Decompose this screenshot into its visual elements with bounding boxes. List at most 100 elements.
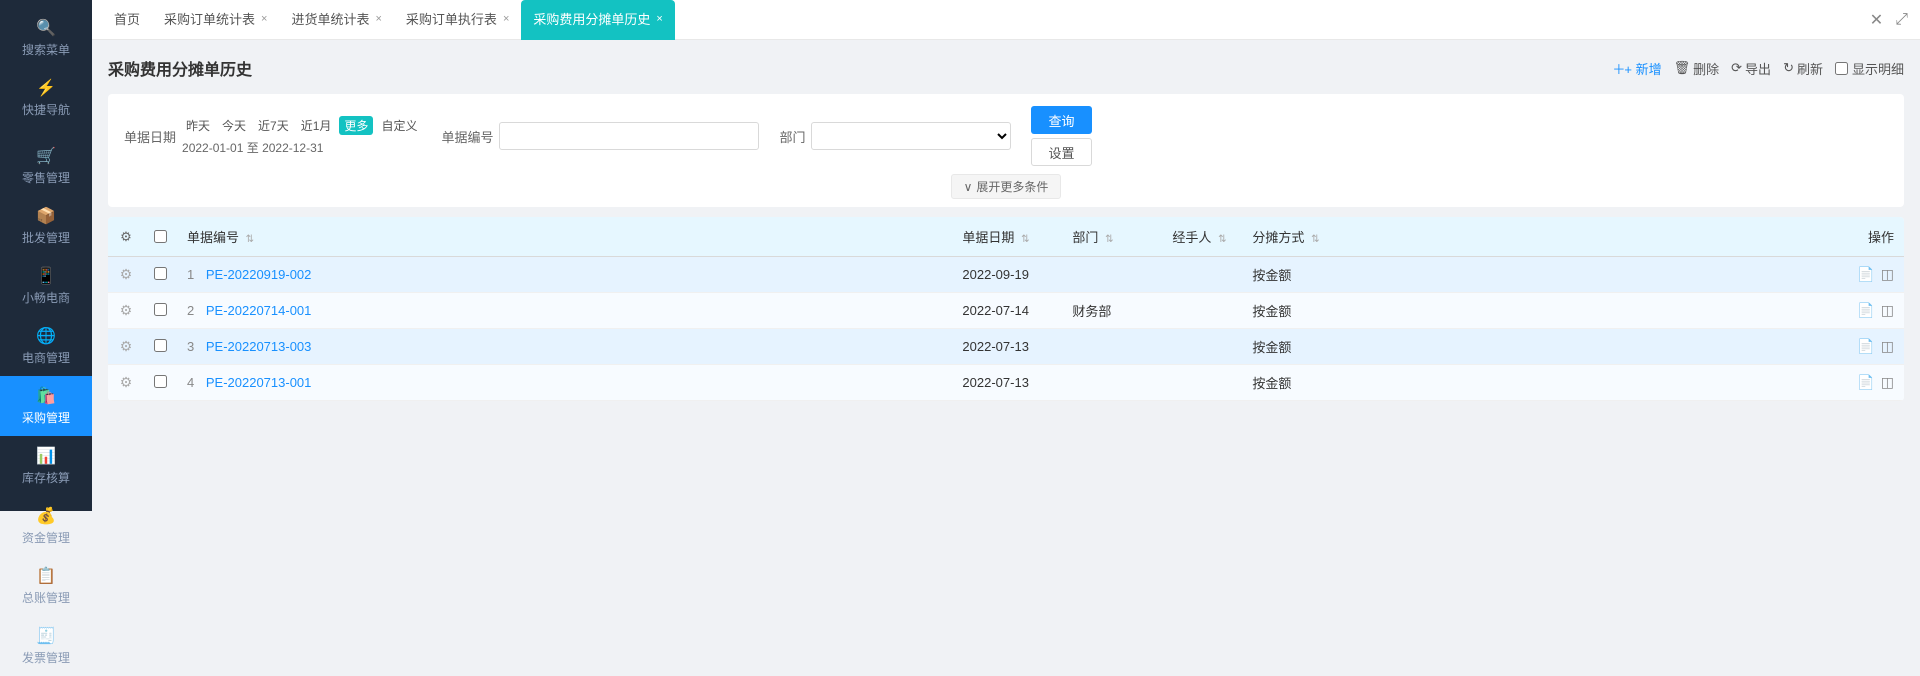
tab-purchase-goods-stats[interactable]: 进货单统计表 × xyxy=(279,0,393,40)
row-split-method: 按金额 xyxy=(1242,365,1824,401)
row-doc-no: 2 PE-20220714-001 xyxy=(177,293,952,329)
row-handler xyxy=(1162,257,1242,293)
query-button[interactable]: 查询 xyxy=(1031,106,1091,134)
close-tab-purchase-goods-stats[interactable]: × xyxy=(375,13,381,25)
shopping-icon: 🛍️ xyxy=(4,386,88,406)
delete-button[interactable]: 🗑 删除 xyxy=(1674,59,1720,78)
tab-purchase-order-stats[interactable]: 采购订单统计表 × xyxy=(152,0,279,40)
edit-icon-1[interactable]: 📄 xyxy=(1857,302,1874,319)
edit-icon-0[interactable]: 📄 xyxy=(1857,266,1874,283)
row-checkbox-cell xyxy=(144,257,177,293)
setting-button[interactable]: 设置 xyxy=(1031,138,1091,166)
column-settings-icon[interactable]: ⚙ xyxy=(118,229,134,245)
sidebar-item-search[interactable]: 🔍 搜索菜单 xyxy=(0,8,92,68)
row-checkbox-0[interactable] xyxy=(154,267,167,280)
row-date: 2022-07-14 xyxy=(952,293,1062,329)
edit-icon-2[interactable]: 📄 xyxy=(1857,338,1874,355)
row-split-method: 按金额 xyxy=(1242,257,1824,293)
select-all-checkbox[interactable] xyxy=(154,230,167,243)
th-split-method: 分摊方式 ⇅ xyxy=(1242,217,1824,257)
close-all-tabs-button[interactable]: ✕ xyxy=(1868,8,1885,32)
sidebar-item-mini[interactable]: 📱 小畅电商 xyxy=(0,256,92,316)
delete-icon-2[interactable]: ◫ xyxy=(1881,338,1894,355)
row-checkbox-1[interactable] xyxy=(154,303,167,316)
doc-no-link-1[interactable]: PE-20220714-001 xyxy=(206,303,312,318)
sidebar-item-ecommerce[interactable]: 🌐 电商管理 xyxy=(0,316,92,376)
sort-handler-icon[interactable]: ⇅ xyxy=(1218,234,1226,245)
row-settings-cell: ⚙ xyxy=(108,293,144,329)
tab-purchase-order-exec[interactable]: 采购订单执行表 × xyxy=(394,0,521,40)
delete-icon-3[interactable]: ◫ xyxy=(1881,374,1894,391)
doc-no-link-0[interactable]: PE-20220919-002 xyxy=(206,267,312,282)
table-body: ⚙ 1 PE-20220919-002 2022-09-19 按金额 📄 ◫ ⚙ xyxy=(108,257,1904,401)
sidebar-item-invoice[interactable]: 🧾 发票管理 xyxy=(0,616,92,676)
refresh-button[interactable]: ↻ 刷新 xyxy=(1783,59,1823,78)
tab-home[interactable]: 首页 xyxy=(102,0,152,40)
th-checkbox xyxy=(144,217,177,257)
delete-icon-0[interactable]: ◫ xyxy=(1881,266,1894,283)
last7days-btn[interactable]: 近7天 xyxy=(254,116,293,135)
sort-dept-icon[interactable]: ⇅ xyxy=(1105,234,1113,245)
row-doc-no: 1 PE-20220919-002 xyxy=(177,257,952,293)
close-tab-purchase-cost-history[interactable]: × xyxy=(656,13,662,25)
show-detail-checkbox[interactable] xyxy=(1835,62,1848,75)
select-all-checkbox-header[interactable] xyxy=(154,230,167,243)
sidebar-item-finance[interactable]: 💰 资金管理 xyxy=(0,496,92,556)
sidebar-item-account[interactable]: 📋 总账管理 xyxy=(0,556,92,616)
date-shortcuts-group: 昨天 今天 近7天 近1月 更多 自定义 2022-01-01 至 2022-1… xyxy=(182,116,421,156)
row-split-method: 按金额 xyxy=(1242,293,1824,329)
export-button[interactable]: ⟳ 导出 xyxy=(1731,59,1771,78)
ledger-icon: 📋 xyxy=(4,566,88,586)
row-split-method: 按金额 xyxy=(1242,329,1824,365)
doc-no-label: 单据编号 xyxy=(441,127,493,146)
show-detail-toggle[interactable]: 显示明细 xyxy=(1835,59,1904,78)
row-checkbox-cell xyxy=(144,293,177,329)
more-btn[interactable]: 更多 xyxy=(339,116,373,135)
sort-split-icon[interactable]: ⇅ xyxy=(1311,234,1319,245)
row-checkbox-2[interactable] xyxy=(154,339,167,352)
sidebar-item-purchase[interactable]: 🛍️ 采购管理 xyxy=(0,376,92,436)
dept-select[interactable]: 财务部 xyxy=(811,122,1011,150)
box-icon: 📦 xyxy=(4,206,88,226)
sidebar: 🔍 搜索菜单 ⚡ 快捷导航 🛒 零售管理 📦 批发管理 📱 小畅电商 🌐 电商管… xyxy=(0,0,92,511)
expand-more-btn[interactable]: ∨ 展开更多条件 xyxy=(951,174,1062,199)
row-checkbox-3[interactable] xyxy=(154,375,167,388)
doc-no-filter: 单据编号 xyxy=(441,122,759,150)
tab-purchase-cost-history[interactable]: 采购费用分摊单历史 × xyxy=(521,0,674,40)
dept-label: 部门 xyxy=(779,127,805,146)
last1month-btn[interactable]: 近1月 xyxy=(297,116,336,135)
today-btn[interactable]: 今天 xyxy=(218,116,250,135)
edit-icon-3[interactable]: 📄 xyxy=(1857,374,1874,391)
search-icon: 🔍 xyxy=(4,18,88,38)
table-container: ⚙ 单据编号 ⇅ 单据日期 ⇅ xyxy=(108,217,1904,401)
row-dept xyxy=(1062,257,1162,293)
doc-no-link-2[interactable]: PE-20220713-003 xyxy=(206,339,312,354)
yesterday-btn[interactable]: 昨天 xyxy=(182,116,214,135)
action-buttons: 查询 设置 xyxy=(1031,106,1091,166)
fullscreen-button[interactable]: ⤢ xyxy=(1893,9,1910,31)
custom-btn[interactable]: 自定义 xyxy=(377,116,421,135)
row-date: 2022-07-13 xyxy=(952,329,1062,365)
sort-doc-no-icon[interactable]: ⇅ xyxy=(246,234,254,245)
op-icons-2: 📄 ◫ xyxy=(1834,338,1894,355)
th-op: 操作 xyxy=(1824,217,1904,257)
toolbar: ＋ + 新增 🗑 删除 ⟳ 导出 ↻ 刷新 显示明细 xyxy=(1612,59,1904,78)
th-settings: ⚙ xyxy=(108,217,144,257)
th-date: 单据日期 ⇅ xyxy=(952,217,1062,257)
doc-no-input[interactable] xyxy=(499,122,759,150)
close-tab-purchase-order-stats[interactable]: × xyxy=(261,13,267,25)
sidebar-item-quick[interactable]: ⚡ 快捷导航 xyxy=(0,68,92,128)
row-doc-no: 3 PE-20220713-003 xyxy=(177,329,952,365)
close-tab-purchase-order-exec[interactable]: × xyxy=(503,13,509,25)
sidebar-item-wholesale[interactable]: 📦 批发管理 xyxy=(0,196,92,256)
th-doc-no: 单据编号 ⇅ xyxy=(177,217,952,257)
sidebar-item-inventory[interactable]: 📊 库存核算 xyxy=(0,436,92,496)
sort-date-icon[interactable]: ⇅ xyxy=(1021,234,1029,245)
doc-no-link-3[interactable]: PE-20220713-001 xyxy=(206,375,312,390)
sidebar-item-retail[interactable]: 🛒 零售管理 xyxy=(0,136,92,196)
add-button[interactable]: ＋ + 新增 xyxy=(1612,59,1661,78)
phone-icon: 📱 xyxy=(4,266,88,286)
row-op: 📄 ◫ xyxy=(1824,365,1904,401)
delete-icon-1[interactable]: ◫ xyxy=(1881,302,1894,319)
date-label: 单据日期 xyxy=(124,127,176,146)
